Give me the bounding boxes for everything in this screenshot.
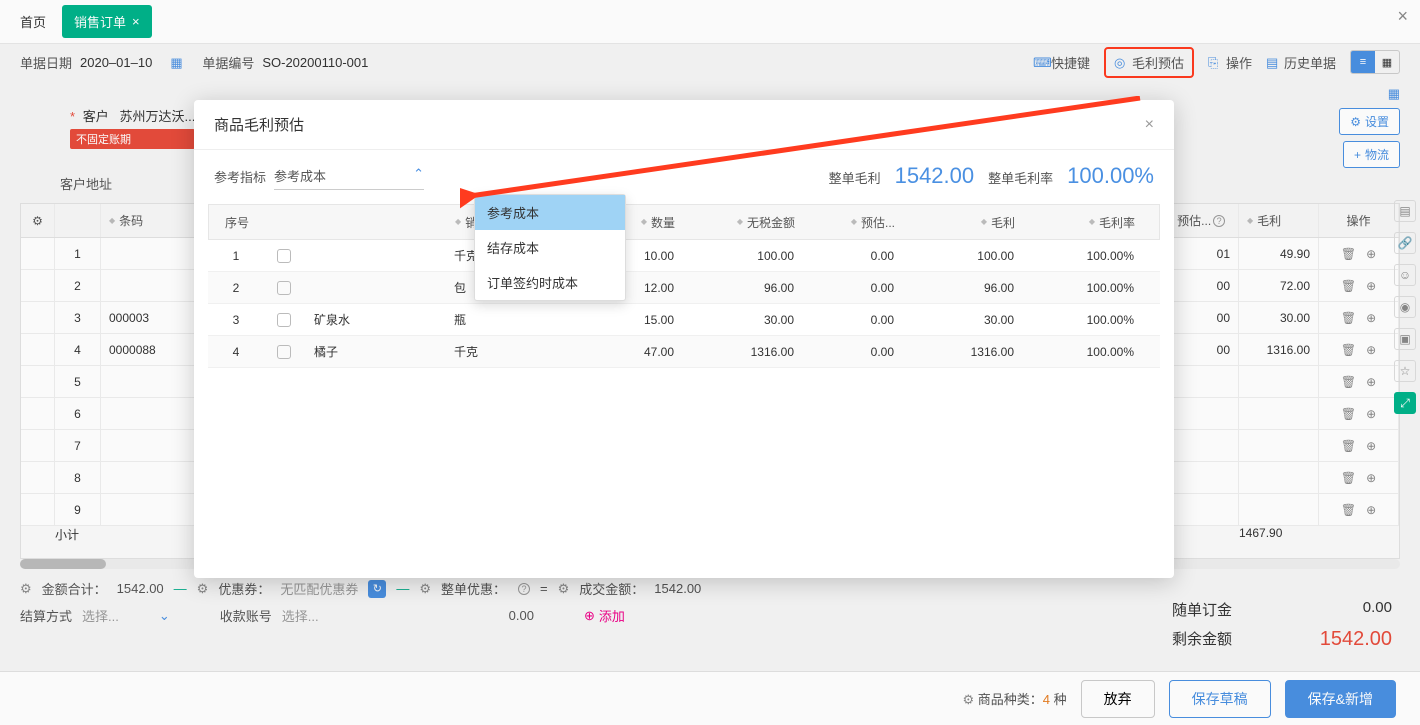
modal-header: 商品毛利预估 × [194,100,1174,150]
filter-label: 参考指标 [214,167,266,186]
modal-filter-row: 参考指标 参考成本 ⌃ 整单毛利 1542.00 整单毛利率 100.00% 参… [194,150,1174,196]
total-profit-value: 1542.00 [895,163,975,189]
total-rate-value: 100.00% [1067,163,1154,189]
modal-title: 商品毛利预估 [214,114,304,135]
modal-row[interactable]: 1千克10.00100.000.00100.00100.00% [208,240,1160,272]
modal-close-icon[interactable]: × [1145,116,1154,134]
modal-row[interactable]: 2包12.0096.000.0096.00100.00% [208,272,1160,304]
filter-select[interactable]: 参考成本 ⌃ [274,162,424,190]
profit-modal: 商品毛利预估 × 参考指标 参考成本 ⌃ 整单毛利 1542.00 整单毛利率 … [194,100,1174,578]
modal-row[interactable]: 3矿泉水瓶15.0030.000.0030.00100.00% [208,304,1160,336]
col-seq: 序号 [209,205,265,239]
checkbox[interactable] [277,249,291,263]
checkbox[interactable] [277,345,291,359]
col-qty[interactable]: 数量 [651,214,675,231]
col-rate[interactable]: 毛利率 [1099,214,1135,231]
dropdown-option[interactable]: 订单签约时成本 [475,265,625,300]
dropdown-option[interactable]: 参考成本 [475,195,625,230]
modal-table: 序号 ◆销售单位 ◆数量 ◆无税金额 ◆预估... ◆毛利 ◆毛利率 1千克10… [208,204,1160,368]
filter-value: 参考成本 [274,166,326,185]
checkbox[interactable] [277,281,291,295]
filter-dropdown: 参考成本 结存成本 订单签约时成本 [474,194,626,301]
checkbox[interactable] [277,313,291,327]
col-est[interactable]: 预估... [861,214,895,231]
col-profit[interactable]: 毛利 [991,214,1015,231]
dropdown-option[interactable]: 结存成本 [475,230,625,265]
col-amt[interactable]: 无税金额 [747,214,795,231]
modal-row[interactable]: 4橘子千克47.001316.000.001316.00100.00% [208,336,1160,368]
total-rate-label: 整单毛利率 [988,168,1053,187]
total-profit-label: 整单毛利 [829,168,881,187]
chevron-up-icon: ⌃ [413,166,424,185]
modal-table-header: 序号 ◆销售单位 ◆数量 ◆无税金额 ◆预估... ◆毛利 ◆毛利率 [208,204,1160,240]
